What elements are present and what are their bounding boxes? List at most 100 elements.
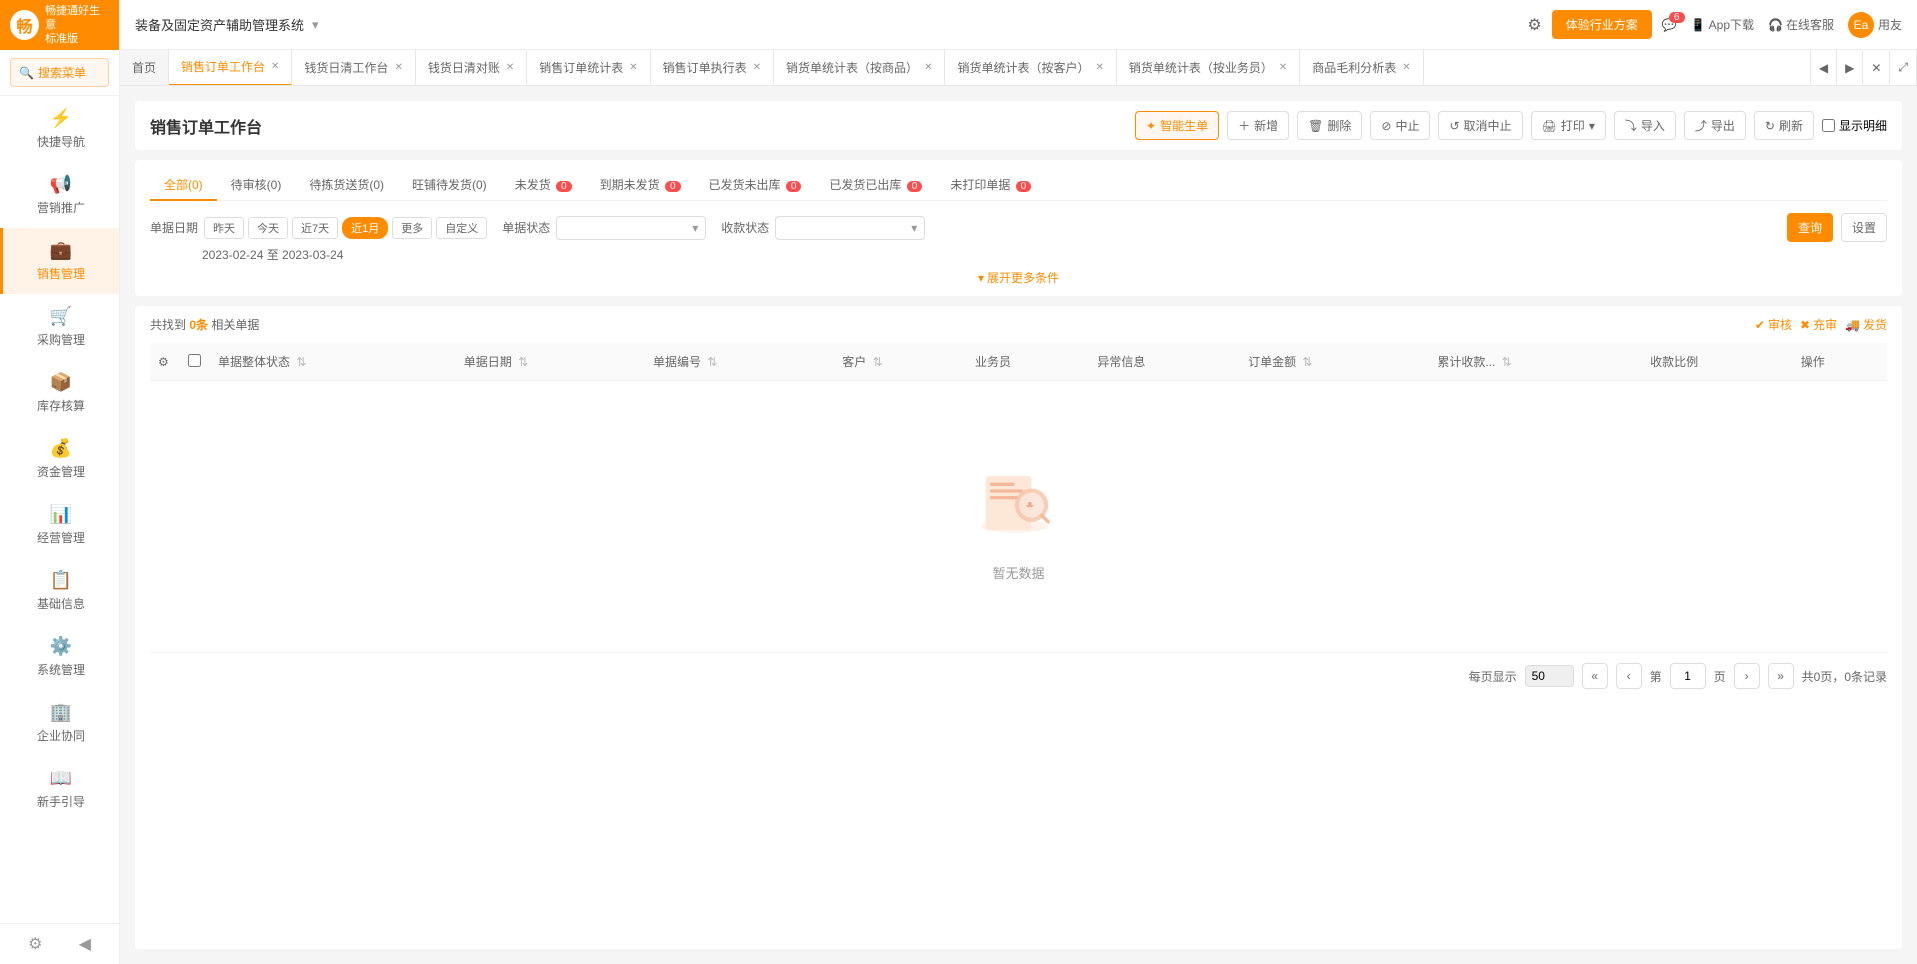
new-button[interactable]: ＋ 新增	[1227, 111, 1289, 140]
page-size-select[interactable]: 20 50 100	[1525, 665, 1574, 687]
select-all-checkbox[interactable]	[188, 354, 201, 367]
date-more[interactable]: 更多	[392, 217, 432, 239]
sidebar-item-purchase[interactable]: 🛒 采购管理	[0, 294, 119, 360]
sidebar-item-guide[interactable]: 📖 新手引导	[0, 756, 119, 822]
show-detail-label[interactable]: 显示明细	[1822, 117, 1887, 134]
sidebar-item-finance[interactable]: 💰 资金管理	[0, 426, 119, 492]
filter-tab-wangpu[interactable]: 旺铺待发货(0)	[398, 170, 501, 201]
first-page-button[interactable]: «	[1582, 663, 1608, 689]
sort-collected-icon[interactable]: ⇅	[1502, 355, 1512, 369]
status-select[interactable]	[556, 216, 706, 240]
delete-button[interactable]: 🗑 删除	[1297, 111, 1362, 140]
sidebar-item-quick-nav[interactable]: ⚡ 快捷导航	[0, 96, 119, 162]
sort-status-icon[interactable]: ⇅	[296, 355, 306, 369]
sidebar-item-basic[interactable]: 📋 基础信息	[0, 558, 119, 624]
filter-tab-all[interactable]: 全部(0)	[150, 170, 217, 201]
tab-cargo-customer[interactable]: 销货单统计表（按客户） ✕	[945, 50, 1116, 86]
sidebar-item-enterprise[interactable]: 🏢 企业协同	[0, 690, 119, 756]
sidebar-item-operations[interactable]: 📊 经营管理	[0, 492, 119, 558]
tab-close-cash-daily[interactable]: ✕	[394, 62, 402, 73]
sort-amount-icon[interactable]: ⇅	[1302, 355, 1312, 369]
refresh-button[interactable]: ↻ 刷新	[1754, 111, 1814, 140]
tab-close-sales-workbench[interactable]: ✕	[271, 61, 279, 72]
tab-sales-workbench[interactable]: 销售订单工作台 ✕	[169, 50, 292, 86]
tab-close-sales-stats[interactable]: ✕	[629, 62, 637, 73]
tab-cargo-product[interactable]: 销货单统计表（按商品） ✕	[774, 50, 945, 86]
filter-tab-overdue[interactable]: 到期未发货 0	[586, 170, 695, 201]
col-status: 单据整体状态 ⇅	[210, 343, 456, 381]
tab-sales-exec[interactable]: 销售订单执行表 ✕	[651, 50, 774, 86]
check-circle-icon: ✔	[1755, 318, 1765, 332]
tab-cash-reconcile[interactable]: 钱货日清对账 ✕	[416, 50, 527, 86]
tab-close-cargo-product[interactable]: ✕	[924, 62, 932, 73]
filter-tab-shipped-not-out[interactable]: 已发货未出库 0	[695, 170, 816, 201]
sidebar-item-inventory[interactable]: 📦 库存核算	[0, 360, 119, 426]
settings-filter-button[interactable]: 设置	[1841, 213, 1887, 242]
tab-prev-button[interactable]: ◀	[1811, 50, 1837, 86]
date-1month[interactable]: 近1月	[342, 217, 388, 239]
message-action[interactable]: 💬 6	[1662, 18, 1677, 32]
tab-cargo-staff[interactable]: 销货单统计表（按业务员） ✕	[1117, 50, 1300, 86]
header-actions: 💬 6 📱 App下载 🎧 在线客服 Ea 用友	[1662, 12, 1902, 38]
tab-close-cargo-customer[interactable]: ✕	[1095, 62, 1103, 73]
user-action[interactable]: Ea 用友	[1848, 12, 1902, 38]
tab-cash-daily[interactable]: 钱货日清工作台 ✕	[292, 50, 415, 86]
tab-close-sales-exec[interactable]: ✕	[753, 62, 761, 73]
filter-tab-pending-review[interactable]: 待审核(0)	[217, 170, 296, 201]
collapse-sidebar-button[interactable]: ◀	[79, 934, 91, 954]
print-button[interactable]: 🖨 打印 ▾	[1531, 111, 1606, 140]
col-settings[interactable]: ⚙	[150, 343, 180, 381]
guide-icon: 📖	[50, 768, 72, 789]
last-page-button[interactable]: »	[1768, 663, 1794, 689]
tab-close-cargo-staff[interactable]: ✕	[1279, 62, 1287, 73]
tab-next-button[interactable]: ▶	[1837, 50, 1863, 86]
settings-bottom-button[interactable]: ⚙	[28, 934, 42, 954]
tab-maximize-button[interactable]: ⤢	[1890, 50, 1917, 86]
tab-home[interactable]: 首页	[120, 50, 169, 86]
page-input[interactable]	[1670, 663, 1706, 689]
sort-number-icon[interactable]: ⇅	[707, 355, 717, 369]
date-7days[interactable]: 近7天	[292, 217, 338, 239]
sort-date-icon[interactable]: ⇅	[518, 355, 528, 369]
tab-gross-profit[interactable]: 商品毛利分析表 ✕	[1300, 50, 1423, 86]
sidebar-item-system[interactable]: ⚙️ 系统管理	[0, 624, 119, 690]
expand-more-button[interactable]: ▾ 展开更多条件	[978, 269, 1059, 286]
next-page-button[interactable]: ›	[1734, 663, 1760, 689]
import-button[interactable]: ⤵ 导入	[1614, 111, 1676, 140]
col-checkbox[interactable]	[180, 343, 210, 381]
tab-close-gross-profit[interactable]: ✕	[1402, 62, 1410, 73]
refresh-icon: ↻	[1765, 119, 1775, 133]
tab-close-cash-reconcile[interactable]: ✕	[506, 62, 514, 73]
filter-tab-pending-inspect[interactable]: 待拣货送货(0)	[295, 170, 398, 201]
smart-create-button[interactable]: ✦ 智能生单	[1135, 111, 1219, 140]
tab-sales-stats[interactable]: 销售订单统计表 ✕	[527, 50, 650, 86]
cancel-stop-button[interactable]: ↺ 取消中止	[1438, 111, 1522, 140]
message-badge: 6	[1669, 12, 1685, 23]
review-toolbar-button[interactable]: ✔ 审核	[1755, 316, 1792, 333]
date-yesterday[interactable]: 昨天	[204, 217, 244, 239]
filter-tab-not-printed[interactable]: 未打印单据 0	[936, 170, 1045, 201]
sidebar-item-sales[interactable]: 💼 销售管理	[0, 228, 119, 294]
receipt-select[interactable]	[775, 216, 925, 240]
ship-toolbar-button[interactable]: 🚚 发货	[1845, 316, 1887, 333]
app-download-action[interactable]: 📱 App下载	[1691, 16, 1754, 33]
show-detail-checkbox[interactable]	[1822, 119, 1835, 132]
sidebar-item-marketing[interactable]: 📢 营销推广	[0, 162, 119, 228]
export-button[interactable]: ⤴ 导出	[1684, 111, 1746, 140]
cancel-review-toolbar-button[interactable]: ✖ 充审	[1800, 316, 1837, 333]
purchase-icon: 🛒	[50, 306, 72, 327]
filter-tab-shipped-out[interactable]: 已发货已出库 0	[815, 170, 936, 201]
sort-customer-icon[interactable]: ⇅	[873, 355, 883, 369]
solution-button[interactable]: 体验行业方案	[1552, 10, 1652, 39]
online-service-action[interactable]: 🎧 在线客服	[1768, 16, 1834, 33]
search-icon: 🔍	[19, 66, 34, 80]
tab-close-all-button[interactable]: ✕	[1863, 50, 1890, 86]
date-custom[interactable]: 自定义	[436, 217, 487, 239]
date-today[interactable]: 今天	[248, 217, 288, 239]
settings-icon[interactable]: ⚙	[1527, 15, 1541, 35]
prev-page-button[interactable]: ‹	[1616, 663, 1642, 689]
stop-button[interactable]: ⊘ 中止	[1370, 111, 1430, 140]
query-button[interactable]: 查询	[1787, 213, 1833, 242]
search-menu-button[interactable]: 🔍 搜索菜单	[10, 58, 109, 87]
filter-tab-not-shipped[interactable]: 未发货 0	[501, 170, 586, 201]
